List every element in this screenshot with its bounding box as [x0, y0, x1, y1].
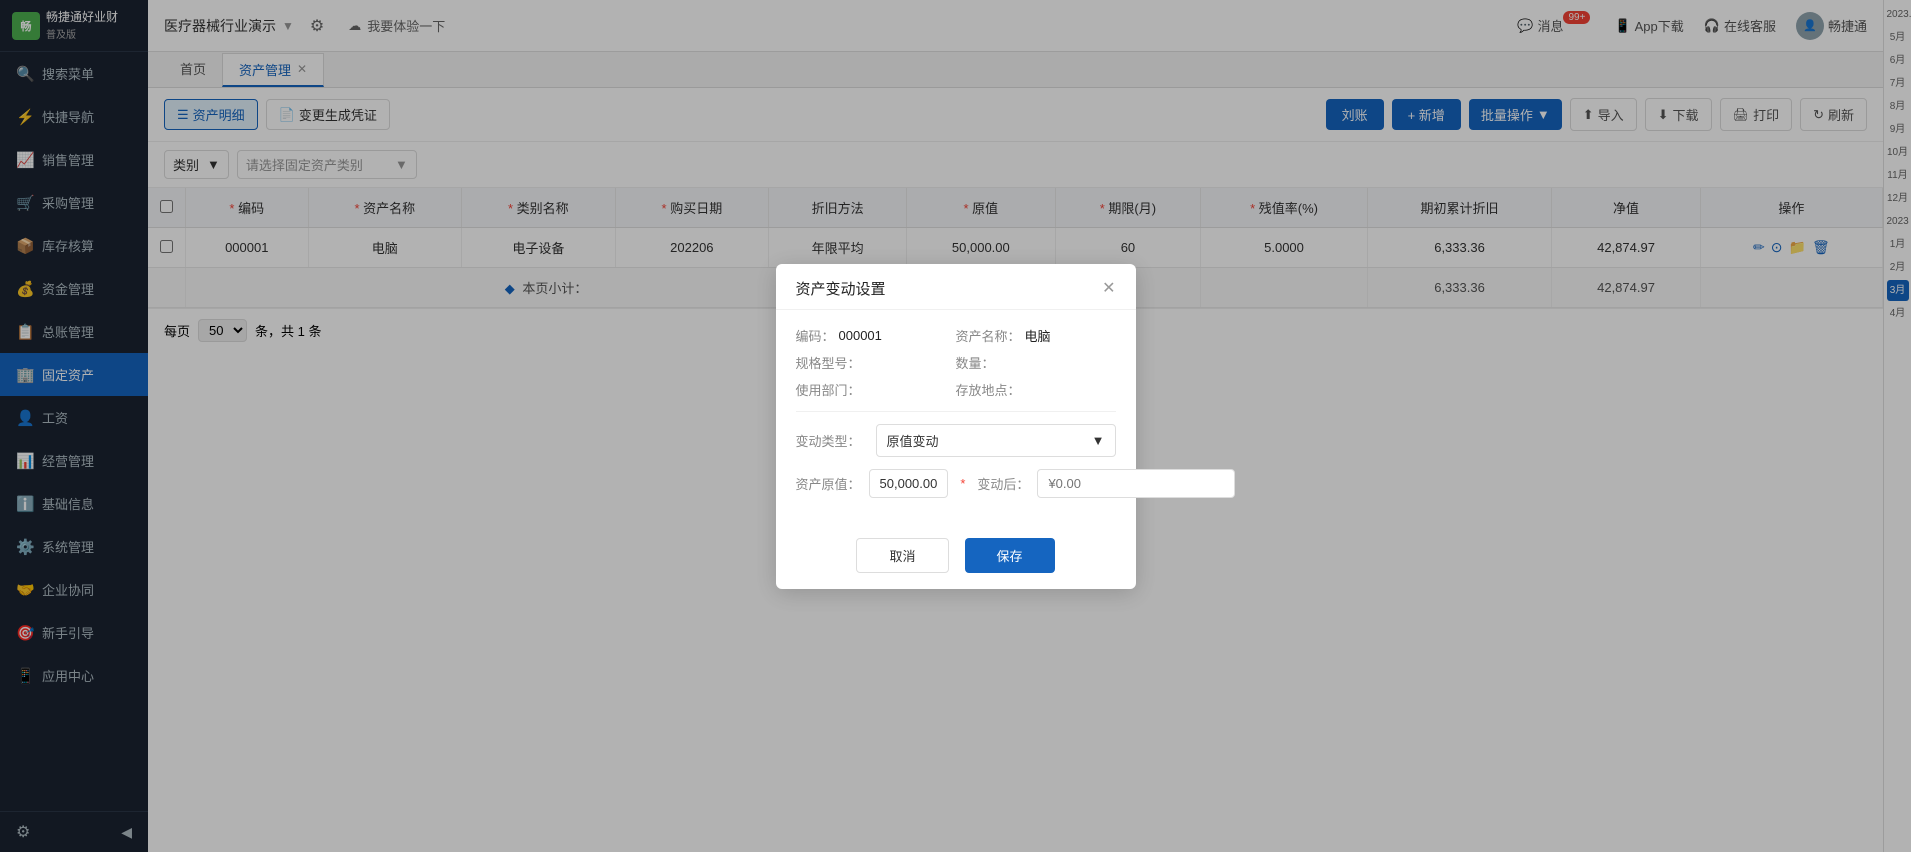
change-type-arrow-icon: ▼ [1092, 433, 1105, 448]
change-type-row: 变动类型： 原值变动 ▼ [796, 424, 1116, 457]
dialog-spec-item: 规格型号： [796, 353, 956, 372]
asset-original-label: 资产原值： [796, 474, 861, 493]
asset-original-value: 50,000.00 [869, 469, 949, 498]
required-star: * [960, 476, 965, 491]
dialog-asset-name-item: 资产名称： 电脑 [956, 326, 1116, 345]
department-label: 使用部门： [796, 380, 861, 399]
asset-change-dialog: 资产变动设置 ✕ 编码： 000001 资产名称： 电脑 规格型号： 数量： [776, 264, 1136, 589]
code-label: 编码： [796, 326, 835, 345]
asset-original-row: 资产原值： 50,000.00 * 变动后： [796, 469, 1116, 498]
change-type-label: 变动类型： [796, 431, 868, 450]
quantity-label: 数量： [956, 353, 995, 372]
location-label: 存放地点： [956, 380, 1021, 399]
save-button[interactable]: 保存 [965, 538, 1055, 573]
dialog-title: 资产变动设置 [796, 278, 886, 299]
code-value: 000001 [839, 328, 882, 343]
asset-name-label: 资产名称： [956, 326, 1021, 345]
asset-name-value: 电脑 [1025, 326, 1051, 345]
dialog-divider [796, 411, 1116, 412]
dialog-quantity-item: 数量： [956, 353, 1116, 372]
change-after-input[interactable] [1037, 469, 1235, 498]
dialog-body: 编码： 000001 资产名称： 电脑 规格型号： 数量： 使用部门： [776, 310, 1136, 526]
dialog-header: 资产变动设置 ✕ [776, 264, 1136, 310]
change-after-label: 变动后： [977, 474, 1029, 493]
change-type-select[interactable]: 原值变动 ▼ [876, 424, 1116, 457]
cancel-button[interactable]: 取消 [856, 538, 948, 573]
dialog-location-item: 存放地点： [956, 380, 1116, 399]
dialog-code-item: 编码： 000001 [796, 326, 956, 345]
dialog-footer: 取消 保存 [776, 526, 1136, 589]
spec-label: 规格型号： [796, 353, 861, 372]
dialog-close-icon[interactable]: ✕ [1102, 278, 1115, 298]
dialog-info-grid: 编码： 000001 资产名称： 电脑 规格型号： 数量： 使用部门： [796, 326, 1116, 399]
change-type-value: 原值变动 [887, 431, 939, 450]
dialog-department-item: 使用部门： [796, 380, 956, 399]
dialog-overlay: 资产变动设置 ✕ 编码： 000001 资产名称： 电脑 规格型号： 数量： [0, 0, 1911, 852]
